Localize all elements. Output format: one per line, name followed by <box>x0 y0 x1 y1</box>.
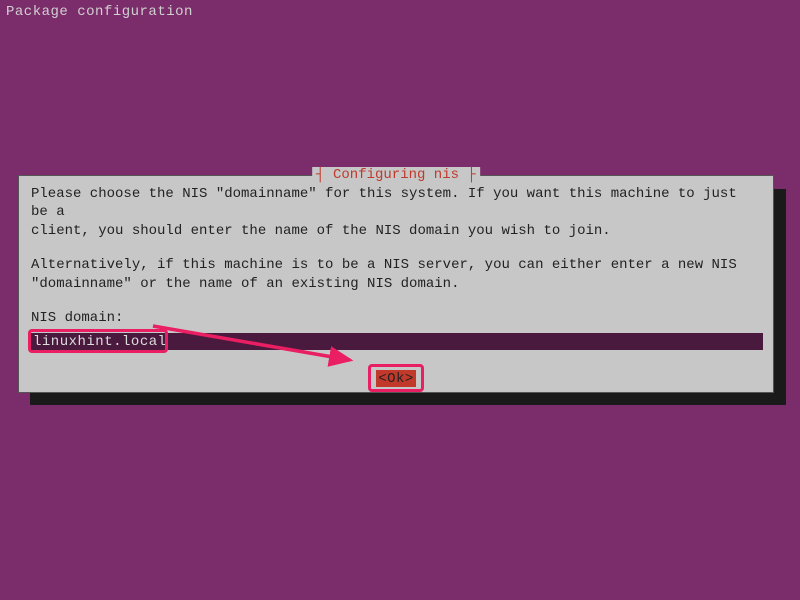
field-label: NIS domain: <box>31 310 761 328</box>
dialog-body: Please choose the NIS "domainname" for t… <box>19 176 773 396</box>
dialog-text-line: "domainname" or the name of an existing … <box>31 276 761 294</box>
input-row <box>31 333 761 350</box>
page-header: Package configuration <box>0 0 800 24</box>
dialog-text-line: Please choose the NIS "domainname" for t… <box>31 186 761 221</box>
dialog-title: ┤ Configuring nis ├ <box>312 167 480 183</box>
button-row: <Ok> <box>31 370 761 388</box>
dialog-text-line: client, you should enter the name of the… <box>31 223 761 241</box>
spacer <box>31 296 761 310</box>
dialog-text-line: Alternatively, if this machine is to be … <box>31 257 761 275</box>
config-dialog: ┤ Configuring nis ├ Please choose the NI… <box>18 175 774 393</box>
spacer <box>31 243 761 257</box>
header-title: Package configuration <box>6 4 193 20</box>
dialog-title-text: ┤ Configuring nis ├ <box>316 167 476 183</box>
nis-domain-input[interactable] <box>31 333 763 350</box>
ok-button[interactable]: <Ok> <box>376 370 416 387</box>
